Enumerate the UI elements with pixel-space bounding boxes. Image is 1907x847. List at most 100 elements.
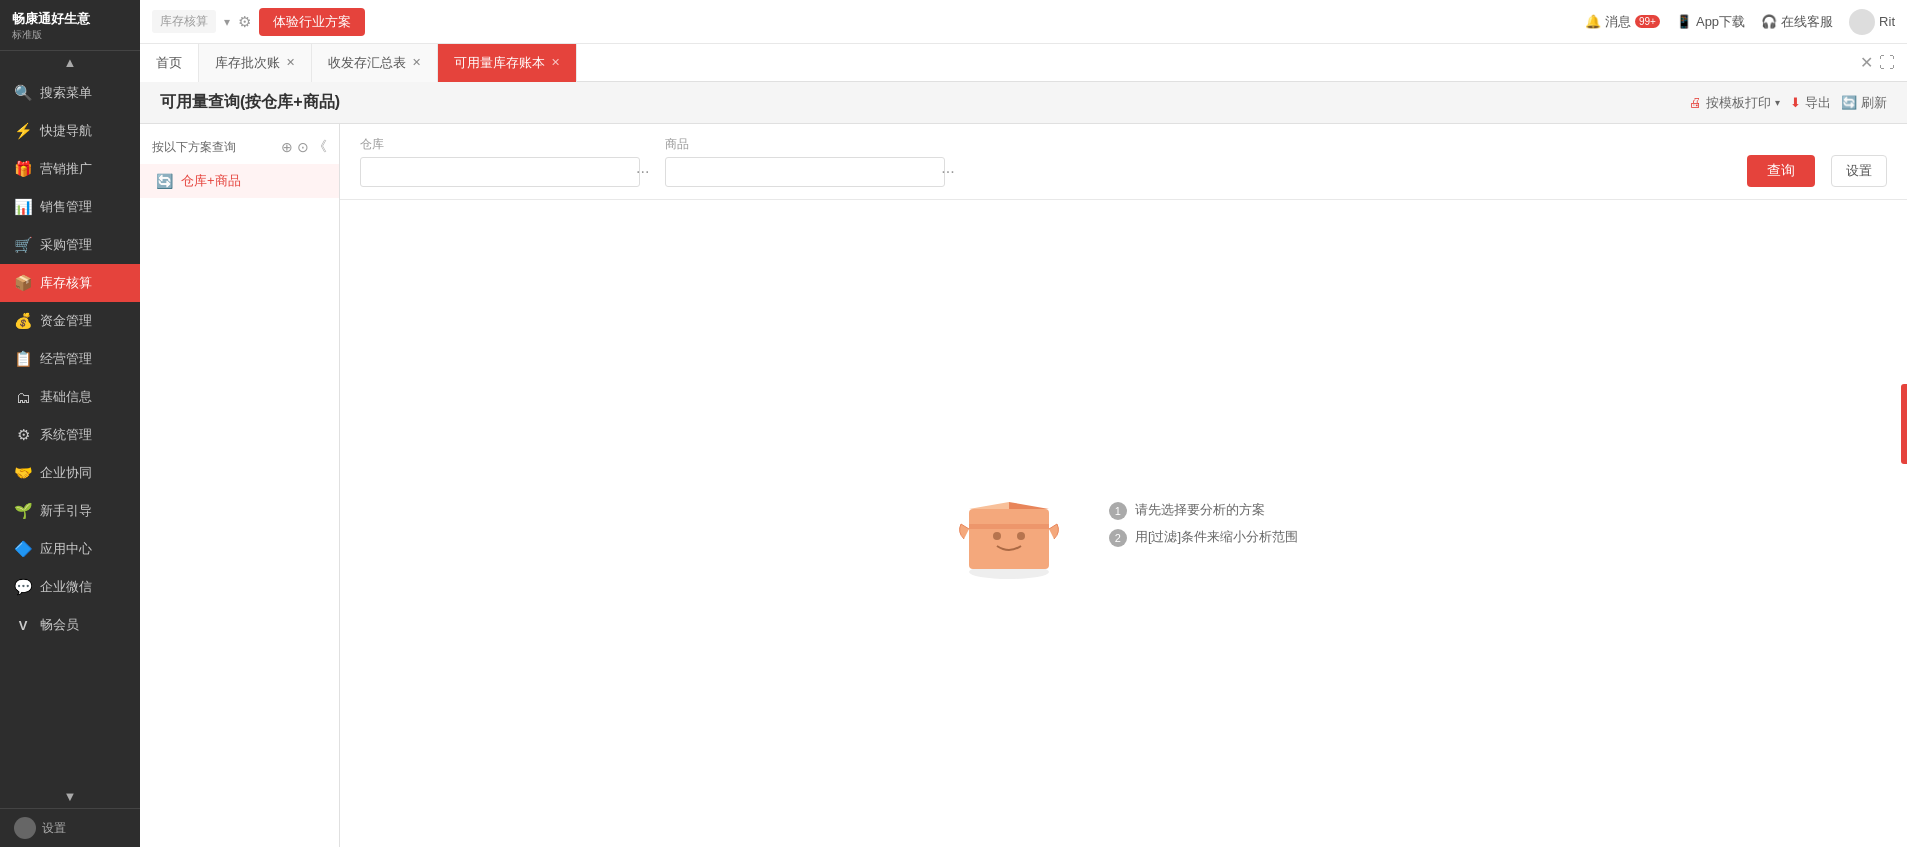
tabs-bar: 首页 库存批次账 ✕ 收发存汇总表 ✕ 可用量库存账本 ✕ ✕ ⛶ [140,44,1907,82]
industry-btn[interactable]: 体验行业方案 [259,8,365,36]
sidebar-nav: 🔍 搜索菜单 ⚡ 快捷导航 🎁 营销推广 📊 销售管理 🛒 采购管理 📦 库存核… [0,74,140,785]
empty-hint-2: 2 用[过滤]条件来缩小分析范围 [1109,528,1298,547]
shortcut-icon: ⚡ [14,122,32,140]
filter-header-label: 按以下方案查询 [152,139,236,156]
add-filter-icon[interactable]: ⊕ [281,139,293,155]
tab-close-btn[interactable]: ✕ [1860,53,1873,72]
sidebar-item-enterprise[interactable]: 🤝 企业协同 [0,454,140,492]
logo-title: 畅康通好生意 [12,10,128,28]
notification-btn[interactable]: 🔔 消息 99+ [1585,13,1660,31]
cart-icon: 🛒 [14,236,32,254]
right-edge-indicator [1901,384,1907,464]
filter-settings-icon[interactable]: ⊙ [297,139,309,155]
tab-expand-btn[interactable]: ⛶ [1879,54,1895,72]
handshake-icon: 🤝 [14,464,32,482]
user-info[interactable]: Rit [1849,9,1895,35]
sidebar-bottom-user[interactable]: 设置 [0,808,140,847]
goods-label: 商品 [665,136,954,153]
tab-close-batch[interactable]: ✕ [286,56,295,69]
sidebar-scroll-down[interactable]: ▼ [0,785,140,808]
sidebar-item-membership[interactable]: V 畅会员 [0,606,140,644]
empty-hints: 1 请先选择要分析的方案 2 用[过滤]条件来缩小分析范围 [1109,501,1298,547]
tab-close-summary[interactable]: ✕ [412,56,421,69]
sidebar-item-inventory[interactable]: 📦 库存核算 [0,264,140,302]
sidebar-logo: 畅康通好生意 标准版 [0,0,140,51]
tab-home[interactable]: 首页 [140,44,199,82]
query-area: 仓库 ··· 商品 ··· 查询 设置 [340,124,1907,847]
sidebar-user-label: 设置 [42,820,66,837]
folder-icon: 🗂 [14,389,32,406]
wechat-icon: 💬 [14,578,32,596]
collapse-filter-icon[interactable]: 《 [313,138,327,156]
filter-header: 按以下方案查询 ⊕ ⊙ 《 [140,134,339,164]
bell-icon: 🔔 [1585,14,1601,29]
goods-input[interactable] [665,157,945,187]
topbar-right: 🔔 消息 99+ 📱 App下载 🎧 在线客服 Rit [1585,9,1895,35]
setting-btn[interactable]: 设置 [1831,155,1887,187]
content-area: 按以下方案查询 ⊕ ⊙ 《 🔄 仓库+商品 仓库 ··· [140,124,1907,847]
tab-batch[interactable]: 库存批次账 ✕ [199,44,312,82]
refresh-btn[interactable]: 🔄 刷新 [1841,94,1887,112]
page-title: 可用量查询(按仓库+商品) [160,92,340,113]
sidebar-item-sales[interactable]: 📊 销售管理 [0,188,140,226]
hint-num-2: 2 [1109,529,1127,547]
sprout-icon: 🌱 [14,502,32,520]
main-content: 库存核算 ▾ ⚙ 体验行业方案 🔔 消息 99+ 📱 App下载 🎧 在线客服 … [140,0,1907,847]
logo-subtitle: 标准版 [12,28,128,42]
sidebar-item-appcenter[interactable]: 🔷 应用中心 [0,530,140,568]
avatar [1849,9,1875,35]
refresh-icon: 🔄 [1841,95,1857,110]
filter-item-warehouse-goods[interactable]: 🔄 仓库+商品 [140,164,339,198]
sidebar-item-basicinfo[interactable]: 🗂 基础信息 [0,378,140,416]
svg-rect-1 [969,509,1049,569]
user-name: Rit [1879,14,1895,29]
search-icon: 🔍 [14,84,32,102]
print-btn[interactable]: 🖨 按模板打印 ▾ [1689,94,1780,112]
sidebar-item-system[interactable]: ⚙ 系统管理 [0,416,140,454]
notif-badge: 99+ [1635,15,1660,28]
export-btn[interactable]: ⬇ 导出 [1790,94,1831,112]
gift-icon: 🎁 [14,160,32,178]
empty-state: 1 请先选择要分析的方案 2 用[过滤]条件来缩小分析范围 [340,200,1907,847]
query-btn[interactable]: 查询 [1747,155,1815,187]
sidebar-item-newguide[interactable]: 🌱 新手引导 [0,492,140,530]
notif-label: 消息 [1605,13,1631,31]
app-download-btn[interactable]: 📱 App下载 [1676,13,1745,31]
tab-summary[interactable]: 收发存汇总表 ✕ [312,44,438,82]
chart-icon: 📊 [14,198,32,216]
breadcrumb-arrow: ▾ [224,15,230,29]
inventory-icon: 📦 [14,274,32,292]
sidebar-item-shortcut[interactable]: ⚡ 快捷导航 [0,112,140,150]
online-service-btn[interactable]: 🎧 在线客服 [1761,13,1833,31]
goods-more-btn[interactable]: ··· [941,163,954,181]
sidebar-item-search[interactable]: 🔍 搜索菜单 [0,74,140,112]
vip-icon: V [14,618,32,633]
sidebar-item-purchase[interactable]: 🛒 采购管理 [0,226,140,264]
warehouse-input[interactable] [360,157,640,187]
query-fields: 仓库 ··· 商品 ··· 查询 设置 [340,124,1907,200]
gear-icon: ⚙ [14,426,32,444]
warehouse-label: 仓库 [360,136,649,153]
page-header: 可用量查询(按仓库+商品) 🖨 按模板打印 ▾ ⬇ 导出 🔄 刷新 [140,82,1907,124]
warehouse-field-group: 仓库 ··· [360,136,649,187]
sidebar-scroll-up[interactable]: ▲ [0,51,140,74]
settings-icon[interactable]: ⚙ [238,13,251,31]
user-avatar-small [14,817,36,839]
warehouse-more-btn[interactable]: ··· [636,163,649,181]
tab-close-available[interactable]: ✕ [551,56,560,69]
svg-rect-2 [969,524,1049,529]
sidebar-item-operation[interactable]: 📋 经营管理 [0,340,140,378]
money-icon: 💰 [14,312,32,330]
tab-available[interactable]: 可用量库存账本 ✕ [438,44,577,82]
headset-icon: 🎧 [1761,14,1777,29]
filter-panel: 按以下方案查询 ⊕ ⊙ 《 🔄 仓库+商品 [140,124,340,847]
sidebar-item-marketing[interactable]: 🎁 营销推广 [0,150,140,188]
hint-num-1: 1 [1109,502,1127,520]
app-icon: 🔷 [14,540,32,558]
sidebar-item-corpwechat[interactable]: 💬 企业微信 [0,568,140,606]
empty-hint-1: 1 请先选择要分析的方案 [1109,501,1298,520]
export-icon: ⬇ [1790,95,1801,110]
phone-icon: 📱 [1676,14,1692,29]
sidebar: 畅康通好生意 标准版 ▲ 🔍 搜索菜单 ⚡ 快捷导航 🎁 营销推广 📊 销售管理… [0,0,140,847]
sidebar-item-finance[interactable]: 💰 资金管理 [0,302,140,340]
